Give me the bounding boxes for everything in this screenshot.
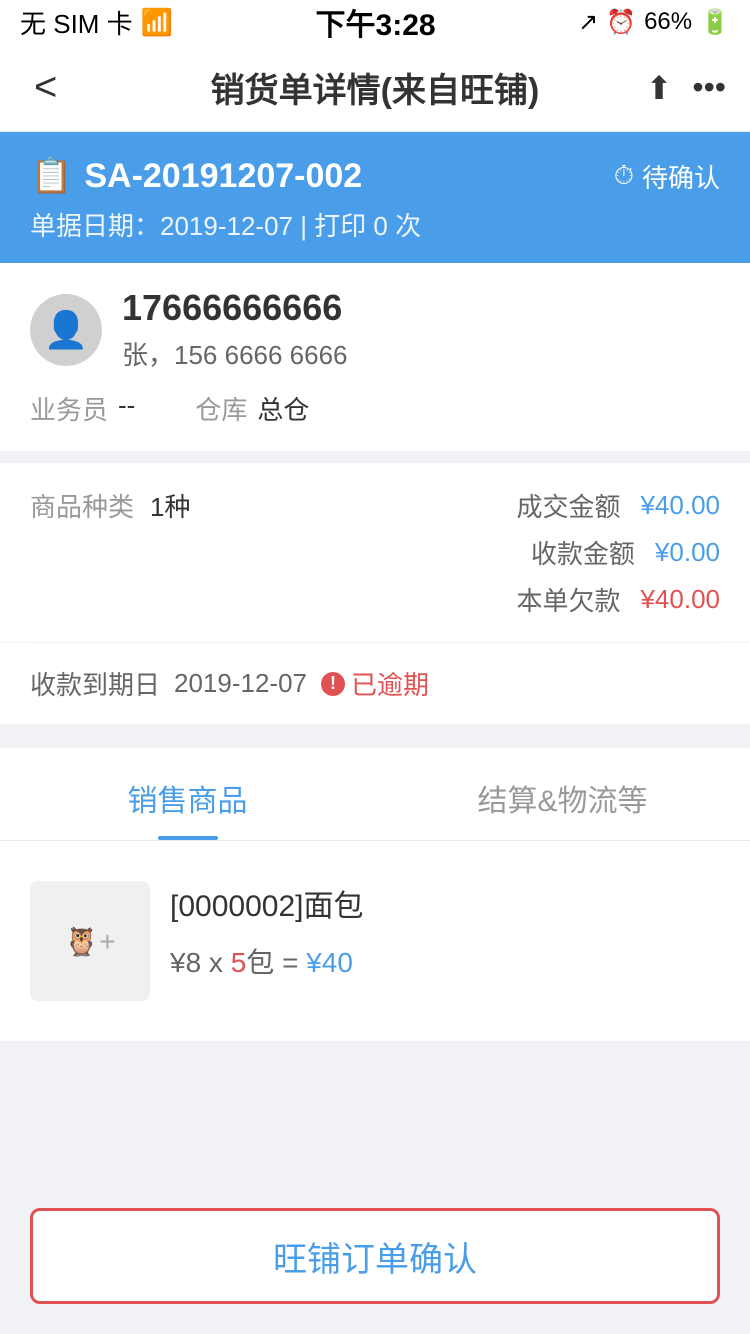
- wifi-icon: 📶: [141, 7, 173, 38]
- product-thumbnail: 🦉+: [30, 881, 150, 1001]
- carrier-text: 无 SIM 卡: [20, 4, 133, 41]
- overdue-badge: ! 已逾期: [321, 665, 429, 702]
- confirm-button-wrap: 旺铺订单确认: [0, 1188, 750, 1334]
- status-bar: 无 SIM 卡 📶 下午3:28 ↗ ⏰ 66% 🔋: [0, 0, 750, 44]
- product-info: [0000002]面包 ¥8 x 5包 = ¥40: [170, 881, 720, 1001]
- received-label: 收款金额: [531, 534, 635, 571]
- goods-type-label: 商品种类: [30, 487, 134, 524]
- deal-amount-row: 成交金额 ¥40.00: [516, 487, 720, 524]
- salesperson-value: --: [118, 390, 135, 427]
- battery-text: 66%: [644, 8, 692, 36]
- deal-amount-label: 成交金额: [516, 487, 620, 524]
- goods-type: 商品种类 1种: [30, 487, 190, 524]
- time-display: 下午3:28: [316, 0, 436, 44]
- clock-icon: ⏱: [614, 160, 634, 192]
- avatar: 👤: [30, 294, 102, 366]
- status-right: ↗ ⏰ 66% 🔋: [578, 8, 730, 37]
- order-status: ⏱ 待确认: [614, 158, 720, 195]
- customer-meta: 业务员 -- 仓库 总仓: [30, 390, 720, 427]
- page-title: 销货单详情(来自旺铺): [211, 63, 540, 112]
- product-qty: 5: [231, 947, 247, 978]
- status-text: 待确认: [642, 158, 720, 195]
- product-total: ¥40: [306, 947, 353, 978]
- order-header: 📋 SA-20191207-002 ⏱ 待确认 单据日期：2019-12-07 …: [0, 132, 750, 263]
- owed-value: ¥40.00: [640, 584, 720, 615]
- product-list: 🦉+ [0000002]面包 ¥8 x 5包 = ¥40: [0, 841, 750, 1041]
- more-button[interactable]: •••: [692, 69, 726, 106]
- status-left: 无 SIM 卡 📶: [20, 4, 173, 41]
- order-id-row: 📋 SA-20191207-002 ⏱ 待确认: [30, 156, 720, 196]
- nav-right-actions: ⬆ •••: [646, 69, 726, 107]
- overdue-icon: !: [321, 672, 345, 696]
- warehouse-label: 仓库: [195, 390, 247, 427]
- warehouse-item: 仓库 总仓: [195, 390, 309, 427]
- owed-label: 本单欠款: [516, 581, 620, 618]
- deal-amount-value: ¥40.00: [640, 490, 720, 521]
- product-thumb-icon: 🦉+: [64, 925, 115, 958]
- customer-name: 张，156 6666 6666: [122, 335, 348, 372]
- list-item: 🦉+ [0000002]面包 ¥8 x 5包 = ¥40: [30, 861, 720, 1021]
- order-date: 单据日期：2019-12-07 | 打印 0 次: [30, 206, 720, 243]
- salesperson-item: 业务员 --: [30, 390, 135, 427]
- customer-row: 👤 17666666666 张，156 6666 6666: [30, 287, 720, 372]
- order-id-text: SA-20191207-002: [84, 157, 362, 196]
- product-price-row: ¥8 x 5包 = ¥40: [170, 941, 720, 981]
- tab-sales-goods-label: 销售商品: [128, 785, 248, 818]
- salesperson-label: 业务员: [30, 390, 108, 427]
- alarm-icon: ⏰: [606, 8, 636, 37]
- order-icon: 📋: [30, 156, 72, 196]
- customer-phone: 17666666666: [122, 287, 348, 329]
- warehouse-value: 总仓: [257, 390, 309, 427]
- section-divider-2: [0, 724, 750, 736]
- section-divider-1: [0, 451, 750, 463]
- share-button[interactable]: ⬆: [646, 69, 673, 107]
- amounts: 成交金额 ¥40.00 收款金额 ¥0.00 本单欠款 ¥40.00: [516, 487, 720, 618]
- product-name: [0000002]面包: [170, 881, 720, 925]
- order-id: 📋 SA-20191207-002: [30, 156, 362, 196]
- tab-sales-goods[interactable]: 销售商品: [0, 748, 375, 840]
- equals-sign: =: [274, 947, 306, 978]
- goods-type-value: 1种: [150, 487, 190, 524]
- tab-settlement[interactable]: 结算&物流等: [375, 748, 750, 840]
- confirm-order-button[interactable]: 旺铺订单确认: [30, 1208, 720, 1304]
- product-unit: 包: [246, 947, 274, 978]
- location-icon: ↗: [578, 8, 598, 37]
- tabs: 销售商品 结算&物流等: [0, 748, 750, 841]
- overdue-text: 已逾期: [351, 665, 429, 702]
- customer-info: 17666666666 张，156 6666 6666: [122, 287, 348, 372]
- customer-section: 👤 17666666666 张，156 6666 6666 业务员 -- 仓库 …: [0, 263, 750, 451]
- received-value: ¥0.00: [655, 537, 720, 568]
- owed-amount-row: 本单欠款 ¥40.00: [516, 581, 720, 618]
- nav-bar: < 销货单详情(来自旺铺) ⬆ •••: [0, 44, 750, 132]
- due-date: 2019-12-07: [174, 668, 307, 699]
- received-amount-row: 收款金额 ¥0.00: [531, 534, 720, 571]
- back-button[interactable]: <: [24, 55, 67, 120]
- due-label: 收款到期日: [30, 665, 160, 702]
- battery-icon: 🔋: [700, 8, 730, 37]
- tab-settlement-label: 结算&物流等: [477, 785, 647, 818]
- product-price-text: ¥8 x: [170, 947, 231, 978]
- summary-section: 商品种类 1种 成交金额 ¥40.00 收款金额 ¥0.00 本单欠款 ¥40.…: [0, 463, 750, 642]
- due-section: 收款到期日 2019-12-07 ! 已逾期: [0, 643, 750, 724]
